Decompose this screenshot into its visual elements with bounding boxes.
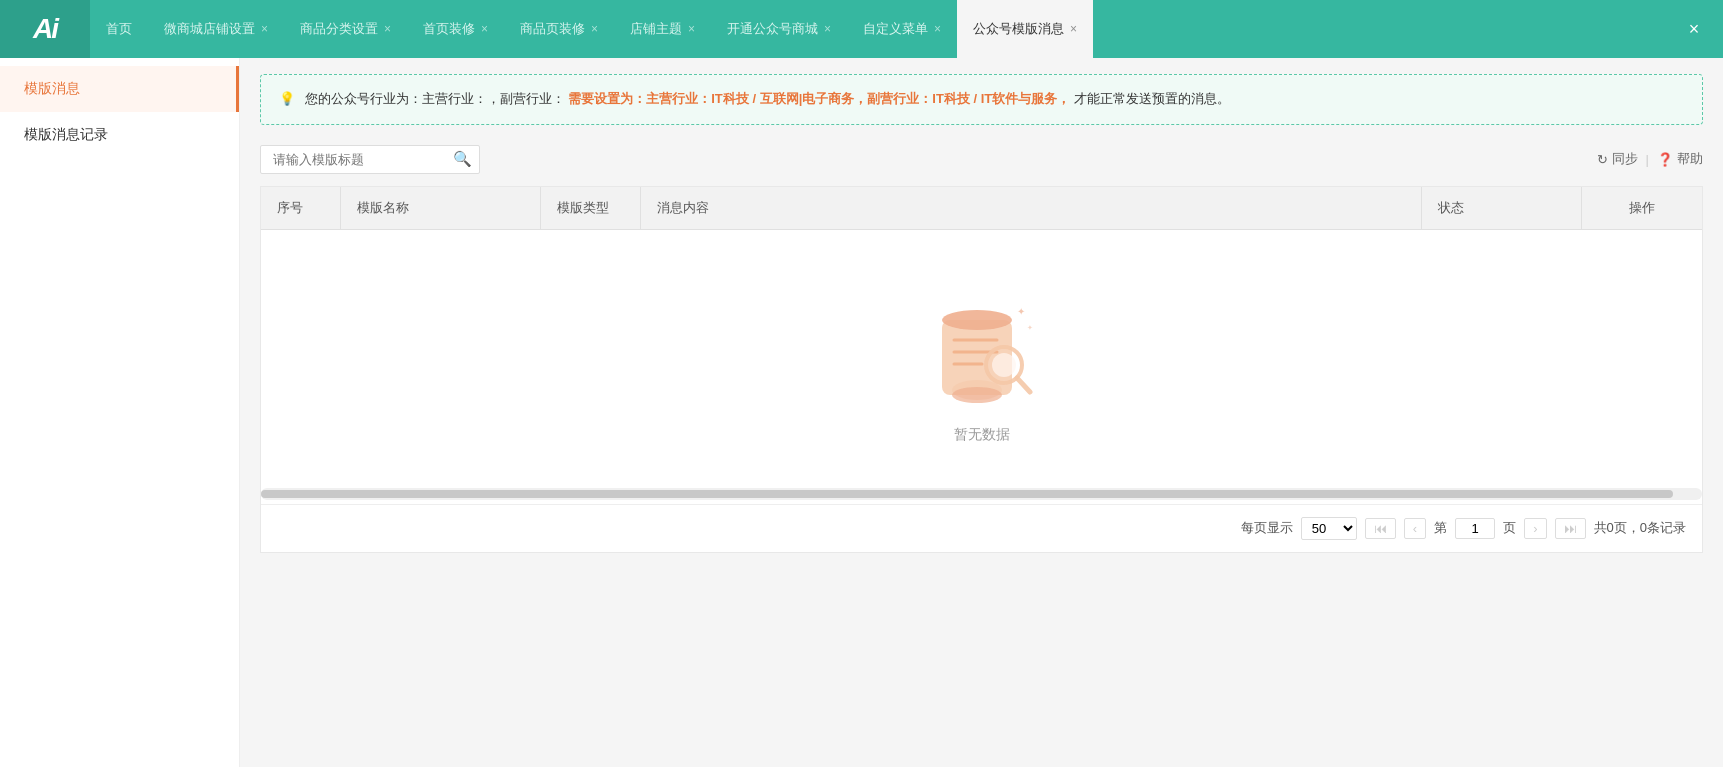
sync-button[interactable]: ↻ 同步 xyxy=(1597,150,1638,168)
tab-custom-menu-label: 自定义菜单 xyxy=(863,20,928,38)
first-page-button[interactable]: ⏮ xyxy=(1365,518,1396,539)
tab-store-theme-close[interactable]: × xyxy=(688,22,695,36)
prev-page-button[interactable]: ‹ xyxy=(1404,518,1426,539)
svg-point-3 xyxy=(952,387,1002,403)
sidebar: 模版消息 模版消息记录 xyxy=(0,58,240,767)
th-action: 操作 xyxy=(1582,187,1702,229)
search-bar: 🔍 ↻ 同步 | ❓ 帮助 xyxy=(260,145,1703,174)
tab-custom-menu-close[interactable]: × xyxy=(934,22,941,36)
tab-shop-settings[interactable]: 微商城店铺设置 × xyxy=(148,0,284,58)
tab-home-decor-label: 首页装修 xyxy=(423,20,475,38)
tab-home-decor[interactable]: 首页装修 × xyxy=(407,0,504,58)
tab-home-label: 首页 xyxy=(106,20,132,38)
tab-shop-settings-label: 微商城店铺设置 xyxy=(164,20,255,38)
th-content: 消息内容 xyxy=(641,187,1422,229)
tab-product-decor-close[interactable]: × xyxy=(591,22,598,36)
empty-state: ✦ ✦ 暂无数据 xyxy=(261,230,1702,484)
svg-text:✦: ✦ xyxy=(1027,324,1033,331)
help-label: 帮助 xyxy=(1677,150,1703,168)
th-seq: 序号 xyxy=(261,187,341,229)
tab-home[interactable]: 首页 xyxy=(90,0,148,58)
horizontal-scrollbar[interactable] xyxy=(261,488,1702,500)
tab-category-close[interactable]: × xyxy=(384,22,391,36)
sidebar-template-msg-label: 模版消息 xyxy=(24,80,80,98)
tab-product-decor-label: 商品页装修 xyxy=(520,20,585,38)
brand-logo: Ai xyxy=(0,0,90,58)
svg-point-2 xyxy=(942,310,1012,330)
search-left: 🔍 xyxy=(260,145,480,174)
tab-open-mall-label: 开通公众号商城 xyxy=(727,20,818,38)
notice-suffix: 才能正常发送预置的消息。 xyxy=(1074,91,1230,106)
tab-store-theme[interactable]: 店铺主题 × xyxy=(614,0,711,58)
page-size-label: 每页显示 xyxy=(1241,519,1293,537)
tab-template-msg[interactable]: 公众号模版消息 × xyxy=(957,0,1093,58)
next-page-button[interactable]: › xyxy=(1524,518,1546,539)
svg-line-9 xyxy=(1017,378,1030,392)
sidebar-item-template-msg-record[interactable]: 模版消息记录 xyxy=(0,112,239,158)
last-page-button[interactable]: ⏭ xyxy=(1555,518,1586,539)
table-header: 序号 模版名称 模版类型 消息内容 状态 操作 xyxy=(261,187,1702,230)
help-icon: ❓ xyxy=(1657,152,1673,167)
th-type: 模版类型 xyxy=(541,187,641,229)
current-page-input[interactable] xyxy=(1455,518,1495,539)
page-size-select[interactable]: 50 10 20 100 xyxy=(1301,517,1357,540)
tab-category-label: 商品分类设置 xyxy=(300,20,378,38)
svg-point-8 xyxy=(992,353,1016,377)
help-button[interactable]: ❓ 帮助 xyxy=(1657,150,1703,168)
tab-store-theme-label: 店铺主题 xyxy=(630,20,682,38)
tab-open-mall-close[interactable]: × xyxy=(824,22,831,36)
divider: | xyxy=(1646,152,1649,167)
search-input-wrap: 🔍 xyxy=(260,145,480,174)
tab-home-decor-close[interactable]: × xyxy=(481,22,488,36)
page-summary: 共0页，0条记录 xyxy=(1594,519,1686,537)
search-icon[interactable]: 🔍 xyxy=(453,150,472,168)
tab-product-decor[interactable]: 商品页装修 × xyxy=(504,0,614,58)
sync-label: 同步 xyxy=(1612,150,1638,168)
global-close-button[interactable]: × xyxy=(1665,0,1723,58)
page-di-label: 第 xyxy=(1434,519,1447,537)
tab-category-settings[interactable]: 商品分类设置 × xyxy=(284,0,407,58)
empty-illustration: ✦ ✦ xyxy=(922,290,1042,410)
sidebar-item-template-msg[interactable]: 模版消息 xyxy=(0,66,239,112)
notice-box: 💡 您的公众号行业为：主营行业：，副营行业： 需要设置为：主营行业：IT科技 /… xyxy=(260,74,1703,125)
empty-text: 暂无数据 xyxy=(954,426,1010,444)
nav-tabs: 首页 微商城店铺设置 × 商品分类设置 × 首页装修 × 商品页装修 × 店铺主… xyxy=(90,0,1665,58)
sync-icon: ↻ xyxy=(1597,152,1608,167)
search-right: ↻ 同步 | ❓ 帮助 xyxy=(1597,150,1703,168)
search-input[interactable] xyxy=(260,145,480,174)
page-label: 页 xyxy=(1503,519,1516,537)
pagination: 每页显示 50 10 20 100 ⏮ ‹ 第 页 › ⏭ 共0页，0条记录 xyxy=(261,504,1702,552)
tab-open-mall[interactable]: 开通公众号商城 × xyxy=(711,0,847,58)
sidebar-template-record-label: 模版消息记录 xyxy=(24,126,108,144)
tab-custom-menu[interactable]: 自定义菜单 × xyxy=(847,0,957,58)
svg-text:✦: ✦ xyxy=(1017,306,1025,317)
main-layout: 模版消息 模版消息记录 💡 您的公众号行业为：主营行业：，副营行业： 需要设置为… xyxy=(0,58,1723,767)
tab-shop-settings-close[interactable]: × xyxy=(261,22,268,36)
th-status: 状态 xyxy=(1422,187,1582,229)
notice-prefix: 您的公众号行业为：主营行业：，副营行业： xyxy=(305,91,565,106)
tab-template-msg-label: 公众号模版消息 xyxy=(973,20,1064,38)
bulb-icon: 💡 xyxy=(279,91,295,106)
top-nav: Ai 首页 微商城店铺设置 × 商品分类设置 × 首页装修 × 商品页装修 × … xyxy=(0,0,1723,58)
content-area: 💡 您的公众号行业为：主营行业：，副营行业： 需要设置为：主营行业：IT科技 /… xyxy=(240,58,1723,767)
th-name: 模版名称 xyxy=(341,187,541,229)
scroll-thumb xyxy=(261,490,1673,498)
notice-highlight: 需要设置为：主营行业：IT科技 / 互联网|电子商务，副营行业：IT科技 / I… xyxy=(568,91,1070,106)
tab-template-msg-close[interactable]: × xyxy=(1070,22,1077,36)
table-wrap: 序号 模版名称 模版类型 消息内容 状态 操作 xyxy=(260,186,1703,553)
